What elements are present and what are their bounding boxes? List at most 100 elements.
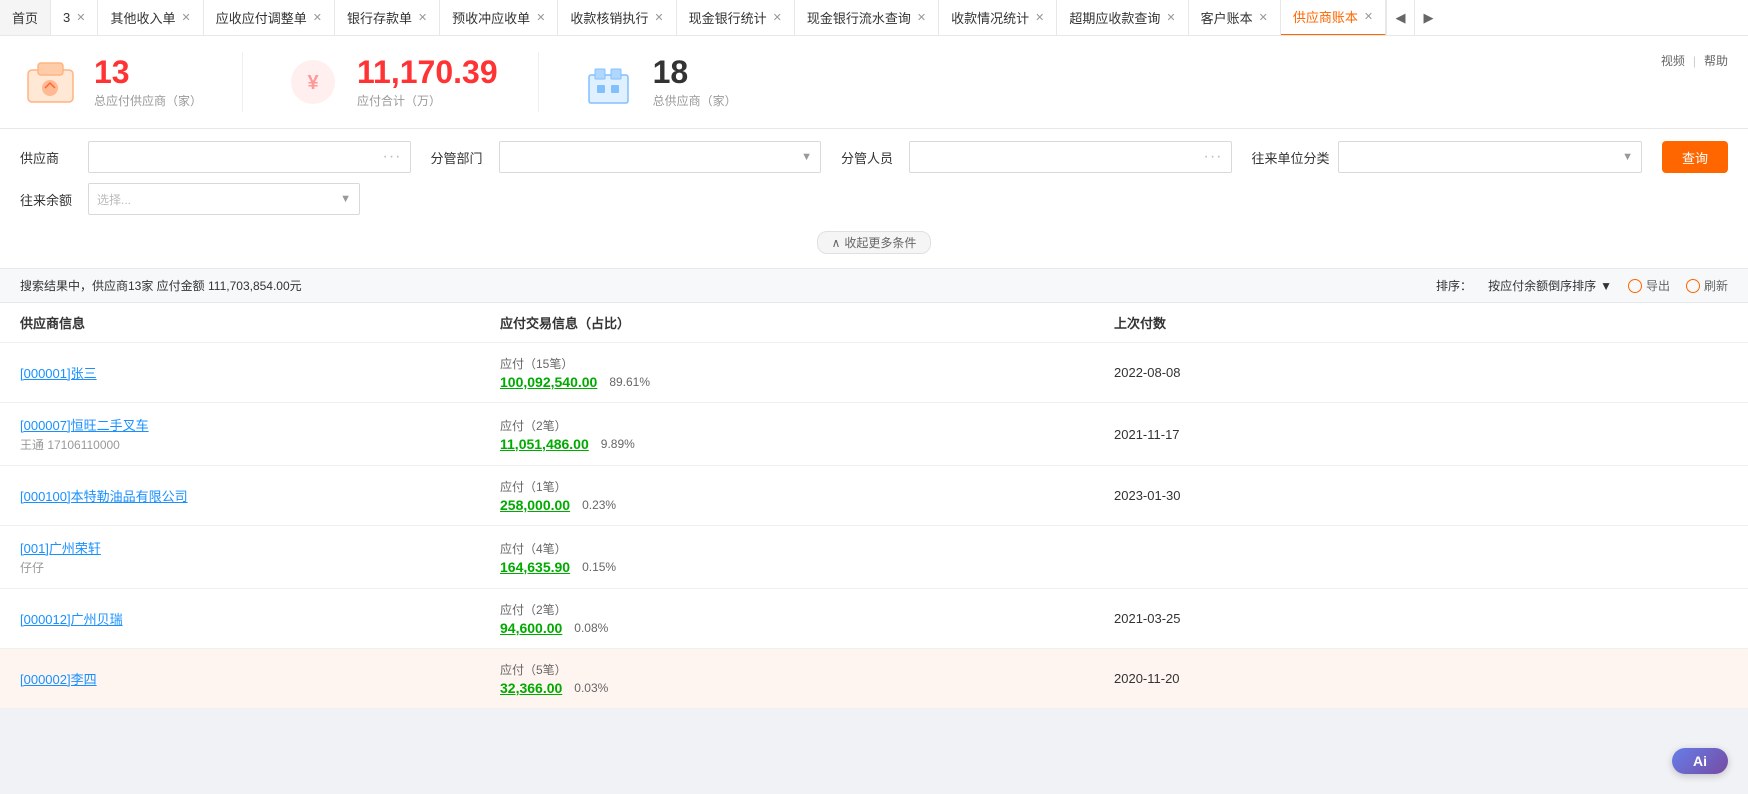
nav-supplier-ledger[interactable]: 供应商账本 ✕ — [1281, 0, 1386, 36]
table-row: [000001]张三 应付（15笔） 100,092,540.00 89.61%… — [0, 343, 1748, 403]
nav-next-arrow[interactable]: ▶ — [1414, 0, 1442, 36]
trans-amount-5[interactable]: 32,366.00 — [500, 680, 562, 696]
export-button[interactable]: 导出 — [1628, 277, 1670, 294]
close-bank-deposit-icon[interactable]: ✕ — [418, 11, 427, 24]
trans-cell-4: 应付（2笔） 94,600.00 0.08% — [500, 601, 1114, 636]
nav-cash-bank-stat[interactable]: 现金银行统计 ✕ — [677, 0, 795, 36]
result-summary: 搜索结果中，供应商13家 应付金额 111,703,854.00元 — [20, 277, 302, 294]
total-suppliers-icon — [579, 52, 639, 112]
payable-amount-num: 11,170.39 — [357, 56, 498, 88]
balance-chevron-icon: ▼ — [340, 193, 351, 205]
category-chevron-icon: ▼ — [1622, 151, 1633, 163]
trans-cell-1: 应付（2笔） 11,051,486.00 9.89% — [500, 417, 1114, 452]
supplier-link-5[interactable]: [000002]李四 — [20, 669, 500, 688]
col-last-pay: 上次付数 — [1114, 313, 1728, 332]
category-select[interactable]: ▼ — [1338, 141, 1642, 173]
close-receipt-stat-icon[interactable]: ✕ — [1035, 11, 1044, 24]
sort-chevron-icon: ▼ — [1600, 279, 1612, 293]
filter-row-2: 往来余额 选择... ▼ — [20, 183, 1728, 215]
total-suppliers-label: 总供应商（家） — [653, 92, 737, 109]
filter-row-1: 供应商 ··· 分管部门 ▼ 分管人员 ··· 往来单位分类 — [20, 141, 1728, 173]
supplier-dots-icon: ··· — [383, 148, 402, 166]
last-pay-date-2: 2023-01-30 — [1114, 488, 1181, 503]
filter-dept: 分管部门 ▼ — [431, 141, 822, 173]
stat-payable-amount: ¥ 11,170.39 应付合计（万） — [283, 52, 539, 112]
query-button[interactable]: 查询 — [1662, 141, 1728, 173]
trans-label-0: 应付（15笔） — [500, 355, 1114, 372]
header-links: 视频 | 帮助 — [1661, 52, 1728, 69]
payable-suppliers-num: 13 — [94, 56, 202, 88]
export-label: 导出 — [1646, 277, 1670, 294]
ai-assistant-button[interactable]: Ai — [1672, 748, 1728, 774]
trans-amount-0[interactable]: 100,092,540.00 — [500, 374, 597, 390]
table-row: [000100]本特勒油品有限公司 应付（1笔） 258,000.00 0.23… — [0, 466, 1748, 526]
nav-ar-ap-adjust[interactable]: 应收应付调整单 ✕ — [204, 0, 335, 36]
sort-select[interactable]: 按应付余额倒序排序 ▼ — [1488, 277, 1612, 294]
close-receipt-verify-icon[interactable]: ✕ — [654, 11, 663, 24]
supplier-link-0[interactable]: [000001]张三 — [20, 363, 500, 382]
nav-tab3[interactable]: 3 ✕ — [51, 0, 98, 36]
close-customer-ledger-icon[interactable]: ✕ — [1259, 11, 1268, 24]
trans-label-5: 应付（5笔） — [500, 661, 1114, 678]
video-link[interactable]: 视频 — [1661, 52, 1685, 69]
nav-bank-deposit[interactable]: 银行存款单 ✕ — [335, 0, 440, 36]
person-input[interactable]: ··· — [909, 141, 1232, 173]
nav-other-income[interactable]: 其他收入单 ✕ — [98, 0, 203, 36]
supplier-link-2[interactable]: [000100]本特勒油品有限公司 — [20, 486, 500, 505]
close-supplier-ledger-icon[interactable]: ✕ — [1364, 10, 1373, 23]
nav-overdue-ar[interactable]: 超期应收款查询 ✕ — [1057, 0, 1188, 36]
table-header: 供应商信息 应付交易信息（占比） 上次付数 — [0, 303, 1748, 343]
close-other-income-icon[interactable]: ✕ — [181, 11, 190, 24]
lastpay-cell-2: 2023-01-30 — [1114, 488, 1728, 503]
ai-label: Ai — [1693, 753, 1707, 769]
last-pay-date-0: 2022-08-08 — [1114, 365, 1181, 380]
help-link[interactable]: 帮助 — [1704, 52, 1728, 69]
table-row: [001]广州荣轩 仔仔 应付（4笔） 164,635.90 0.15% — [0, 526, 1748, 589]
lastpay-cell-4: 2021-03-25 — [1114, 611, 1728, 626]
close-cash-flow-icon[interactable]: ✕ — [917, 11, 926, 24]
close-overdue-ar-icon[interactable]: ✕ — [1166, 11, 1175, 24]
trans-amount-2[interactable]: 258,000.00 — [500, 497, 570, 513]
trans-amount-1[interactable]: 11,051,486.00 — [500, 436, 589, 452]
person-label: 分管人员 — [841, 148, 901, 167]
balance-select[interactable]: 选择... ▼ — [88, 183, 360, 215]
lastpay-cell-0: 2022-08-08 — [1114, 365, 1728, 380]
col-trans-info: 应付交易信息（占比） — [500, 313, 1114, 332]
close-cash-bank-stat-icon[interactable]: ✕ — [773, 11, 782, 24]
nav-home[interactable]: 首页 — [0, 0, 51, 36]
trans-amount-3[interactable]: 164,635.90 — [500, 559, 570, 575]
last-pay-date-5: 2020-11-20 — [1114, 671, 1180, 686]
person-dots-icon: ··· — [1204, 148, 1223, 166]
nav-pre-receive[interactable]: 预收冲应收单 ✕ — [440, 0, 558, 36]
supplier-input[interactable]: ··· — [88, 141, 411, 173]
dept-select[interactable]: ▼ — [499, 141, 822, 173]
close-ar-ap-adjust-icon[interactable]: ✕ — [313, 11, 322, 24]
collapse-button[interactable]: ∧ 收起更多条件 — [817, 231, 932, 254]
collapse-label: 收起更多条件 — [844, 234, 916, 251]
suppliers-payable-icon — [20, 52, 80, 112]
nav-receipt-stat[interactable]: 收款情况统计 ✕ — [939, 0, 1057, 36]
nav-cash-flow-query[interactable]: 现金银行流水查询 ✕ — [795, 0, 939, 36]
nav-receipt-verify[interactable]: 收款核销执行 ✕ — [558, 0, 676, 36]
supplier-link-4[interactable]: [000012]广州贝瑞 — [20, 609, 500, 628]
trans-pct-2: 0.23% — [582, 498, 616, 512]
close-tab3-icon[interactable]: ✕ — [76, 11, 85, 24]
lastpay-cell-5: 2020-11-20 — [1114, 671, 1728, 686]
export-icon — [1628, 279, 1642, 293]
refresh-button[interactable]: 刷新 — [1686, 277, 1728, 294]
filter-category: 往来单位分类 ▼ — [1252, 141, 1643, 173]
trans-amount-4[interactable]: 94,600.00 — [500, 620, 562, 636]
trans-cell-5: 应付（5笔） 32,366.00 0.03% — [500, 661, 1114, 696]
nav-prev-arrow[interactable]: ◀ — [1386, 0, 1414, 36]
nav-customer-ledger[interactable]: 客户账本 ✕ — [1189, 0, 1281, 36]
table-row: [000007]恒旺二手叉车 王通 17106110000 应付（2笔） 11,… — [0, 403, 1748, 466]
trans-cell-2: 应付（1笔） 258,000.00 0.23% — [500, 478, 1114, 513]
filter-area: 供应商 ··· 分管部门 ▼ 分管人员 ··· 往来单位分类 — [0, 129, 1748, 269]
table-row: [000012]广州贝瑞 应付（2笔） 94,600.00 0.08% 2021… — [0, 589, 1748, 649]
supplier-cell-1: [000007]恒旺二手叉车 王通 17106110000 — [20, 415, 500, 453]
close-pre-receive-icon[interactable]: ✕ — [536, 11, 545, 24]
supplier-link-3[interactable]: [001]广州荣轩 — [20, 538, 500, 557]
supplier-link-1[interactable]: [000007]恒旺二手叉车 — [20, 415, 500, 434]
sort-label: 排序： — [1436, 277, 1472, 294]
supplier-cell-2: [000100]本特勒油品有限公司 — [20, 486, 500, 505]
